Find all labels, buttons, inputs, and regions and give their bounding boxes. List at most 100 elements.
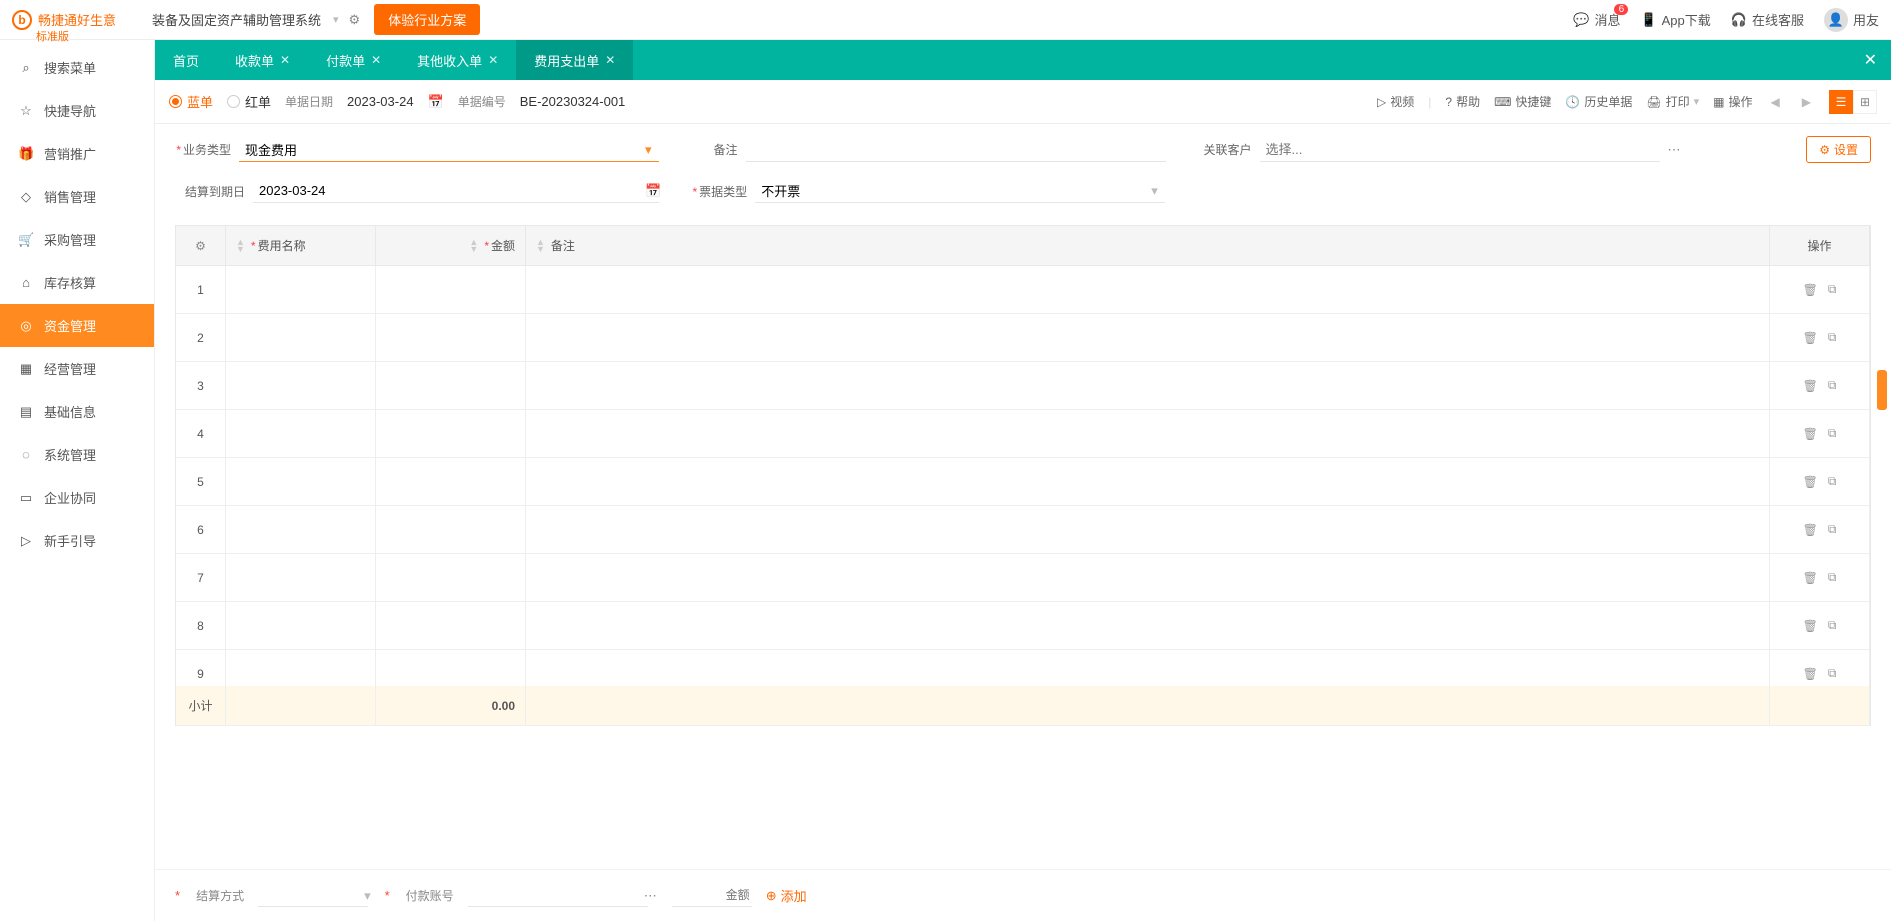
sidebar-item[interactable]: ⌂库存核算 [0,261,154,304]
delete-icon[interactable]: 🗑 [1803,331,1818,345]
system-selector[interactable]: 装备及固定资产辅助管理系统 ▾ [152,10,339,29]
gear-icon[interactable]: ⚙ [349,12,361,28]
cell-name[interactable] [226,410,376,457]
invoice-type-input[interactable] [755,179,1165,203]
radio-red[interactable]: 红单 [227,92,271,111]
action-history[interactable]: 🕓历史单据 [1565,93,1632,110]
tab[interactable]: 收款单✕ [217,40,308,80]
cell-note[interactable] [526,554,1770,601]
cell-note[interactable] [526,602,1770,649]
settings-button[interactable]: ⚙ 设置 [1806,136,1871,163]
user-menu[interactable]: 👤 用友 [1824,8,1879,32]
chevron-down-icon[interactable]: ▾ [364,888,371,904]
scrollbar-thumb[interactable] [1877,370,1887,410]
copy-icon[interactable]: ⧉ [1828,522,1837,537]
header-note[interactable]: ▲▼备注 [526,226,1770,265]
cell-name[interactable] [226,506,376,553]
copy-icon[interactable]: ⧉ [1828,570,1837,585]
sidebar-item[interactable]: ▦经营管理 [0,347,154,390]
support-link[interactable]: 🎧 在线客服 [1731,10,1804,29]
radio-blue[interactable]: 蓝单 [169,92,213,111]
delete-icon[interactable]: 🗑 [1803,571,1818,585]
sidebar-item[interactable]: ◎资金管理 [0,304,154,347]
action-print[interactable]: 🖨打印▾ [1646,93,1699,110]
cell-note[interactable] [526,650,1770,686]
cell-name[interactable] [226,362,376,409]
cell-name[interactable] [226,266,376,313]
table-row[interactable]: 1🗑⧉ [176,266,1870,314]
prev-doc-icon[interactable]: ◀ [1767,95,1784,109]
sidebar-item[interactable]: 🎁营销推广 [0,132,154,175]
settle-date-input[interactable] [253,179,659,203]
cell-amount[interactable] [376,506,526,553]
cell-amount[interactable] [376,314,526,361]
action-video[interactable]: ▷视频 [1377,93,1414,110]
tab[interactable]: 首页 [155,40,217,80]
amount-input[interactable] [672,884,752,907]
cell-name[interactable] [226,554,376,601]
cell-name[interactable] [226,314,376,361]
copy-icon[interactable]: ⧉ [1828,474,1837,489]
cell-note[interactable] [526,314,1770,361]
copy-icon[interactable]: ⧉ [1828,378,1837,393]
cell-amount[interactable] [376,362,526,409]
cell-amount[interactable] [376,602,526,649]
table-row[interactable]: 6🗑⧉ [176,506,1870,554]
messages-link[interactable]: 💬 消息 6 [1573,10,1620,29]
close-icon[interactable]: ✕ [488,53,498,67]
cell-name[interactable] [226,650,376,686]
table-row[interactable]: 9🗑⧉ [176,650,1870,686]
calendar-icon[interactable]: 📅 [428,94,444,110]
cell-amount[interactable] [376,266,526,313]
biz-type-input[interactable] [239,138,659,162]
calendar-icon[interactable]: 📅 [645,183,661,199]
header-amount[interactable]: ▲▼*金额 [376,226,526,265]
header-name[interactable]: ▲▼*费用名称 [226,226,376,265]
cell-amount[interactable] [376,650,526,686]
copy-icon[interactable]: ⧉ [1828,426,1837,441]
sidebar-item[interactable]: ▤基础信息 [0,390,154,433]
delete-icon[interactable]: 🗑 [1803,667,1818,681]
delete-icon[interactable]: 🗑 [1803,427,1818,441]
table-row[interactable]: 2🗑⧉ [176,314,1870,362]
customer-input[interactable] [1260,138,1660,162]
ellipsis-icon[interactable]: ⋯ [644,888,658,904]
sidebar-item[interactable]: ⌕搜索菜单 [0,46,154,89]
settle-method-input[interactable] [258,884,368,907]
header-gear[interactable]: ⚙ [176,226,226,265]
ellipsis-icon[interactable]: ⋯ [1668,142,1682,158]
cell-amount[interactable] [376,554,526,601]
close-icon[interactable]: ✕ [371,53,381,67]
close-icon[interactable]: ✕ [605,53,615,67]
close-all-tabs-icon[interactable]: ✕ [1850,50,1891,70]
sidebar-item[interactable]: ☆快捷导航 [0,89,154,132]
chevron-down-icon[interactable]: ▾ [645,142,652,158]
cell-note[interactable] [526,266,1770,313]
tab[interactable]: 费用支出单✕ [516,40,633,80]
delete-icon[interactable]: 🗑 [1803,475,1818,489]
delete-icon[interactable]: 🗑 [1803,379,1818,393]
copy-icon[interactable]: ⧉ [1828,282,1837,297]
sidebar-item[interactable]: ◇销售管理 [0,175,154,218]
table-row[interactable]: 4🗑⧉ [176,410,1870,458]
action-shortcut[interactable]: ⌨快捷键 [1494,93,1551,110]
copy-icon[interactable]: ⧉ [1828,330,1837,345]
table-row[interactable]: 8🗑⧉ [176,602,1870,650]
sidebar-item[interactable]: 🛒采购管理 [0,218,154,261]
cell-name[interactable] [226,458,376,505]
cell-amount[interactable] [376,410,526,457]
copy-icon[interactable]: ⧉ [1828,666,1837,681]
table-row[interactable]: 7🗑⧉ [176,554,1870,602]
table-row[interactable]: 5🗑⧉ [176,458,1870,506]
app-download-link[interactable]: 📱 App下载 [1640,10,1710,29]
cell-name[interactable] [226,602,376,649]
tab[interactable]: 其他收入单✕ [399,40,516,80]
pay-account-input[interactable] [468,884,648,907]
sidebar-item[interactable]: ◌系统管理 [0,433,154,476]
view-list-button[interactable]: ☰ [1829,90,1853,114]
cell-amount[interactable] [376,458,526,505]
tab[interactable]: 付款单✕ [308,40,399,80]
next-doc-icon[interactable]: ▶ [1798,95,1815,109]
delete-icon[interactable]: 🗑 [1803,283,1818,297]
table-row[interactable]: 3🗑⧉ [176,362,1870,410]
